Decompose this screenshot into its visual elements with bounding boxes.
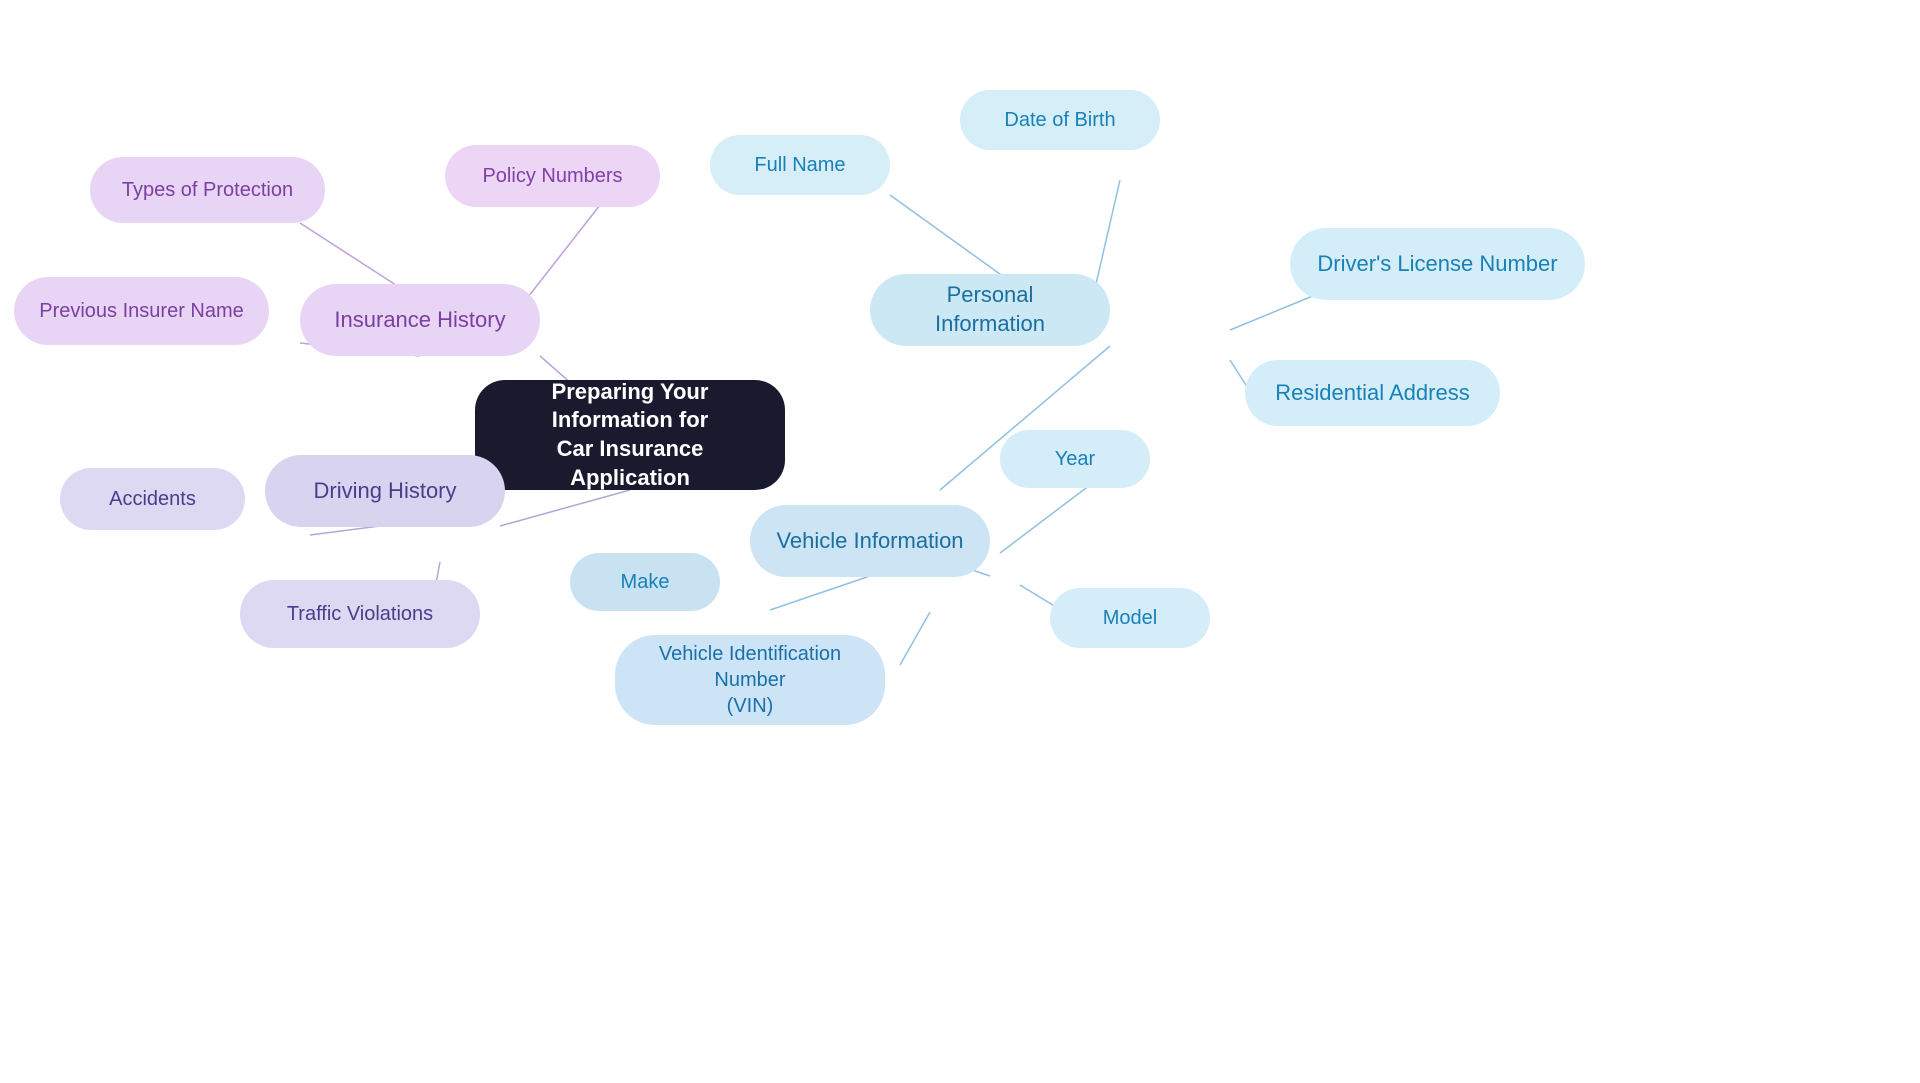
- node-previous-insurer: Previous Insurer Name: [14, 277, 269, 345]
- node-insurance-history: Insurance History: [300, 284, 540, 356]
- node-date-of-birth: Date of Birth: [960, 90, 1160, 150]
- node-label: Model: [1103, 605, 1157, 631]
- node-full-name: Full Name: [710, 135, 890, 195]
- node-label: Vehicle Information: [776, 527, 963, 556]
- node-label: Policy Numbers: [482, 163, 622, 189]
- node-label: Previous Insurer Name: [39, 298, 244, 324]
- node-label: Vehicle Identification Number (VIN): [639, 641, 861, 719]
- node-make: Make: [570, 553, 720, 611]
- node-vehicle-information: Vehicle Information: [750, 505, 990, 577]
- node-label: Make: [621, 569, 670, 595]
- node-label: Types of Protection: [122, 177, 293, 203]
- node-residential-address: Residential Address: [1245, 360, 1500, 426]
- node-label: Date of Birth: [1004, 107, 1115, 133]
- node-driving-history: Driving History: [265, 455, 505, 527]
- node-types-of-protection: Types of Protection: [90, 157, 325, 223]
- node-vin: Vehicle Identification Number (VIN): [615, 635, 885, 725]
- node-accidents: Accidents: [60, 468, 245, 530]
- node-label: Driving History: [313, 477, 456, 506]
- node-label: Traffic Violations: [287, 601, 433, 627]
- node-label: Insurance History: [334, 306, 505, 335]
- node-drivers-license: Driver's License Number: [1290, 228, 1585, 300]
- node-label: Year: [1055, 446, 1095, 472]
- node-label: Residential Address: [1275, 379, 1469, 408]
- center-node: Preparing Your Information for Car Insur…: [475, 380, 785, 490]
- node-label: Full Name: [754, 152, 845, 178]
- node-label: Driver's License Number: [1317, 250, 1557, 279]
- node-personal-information: Personal Information: [870, 274, 1110, 346]
- node-year: Year: [1000, 430, 1150, 488]
- node-traffic-violations: Traffic Violations: [240, 580, 480, 648]
- node-policy-numbers: Policy Numbers: [445, 145, 660, 207]
- center-label: Preparing Your Information for Car Insur…: [499, 378, 761, 492]
- node-label: Accidents: [109, 486, 196, 512]
- node-model: Model: [1050, 588, 1210, 648]
- node-label: Personal Information: [894, 281, 1086, 338]
